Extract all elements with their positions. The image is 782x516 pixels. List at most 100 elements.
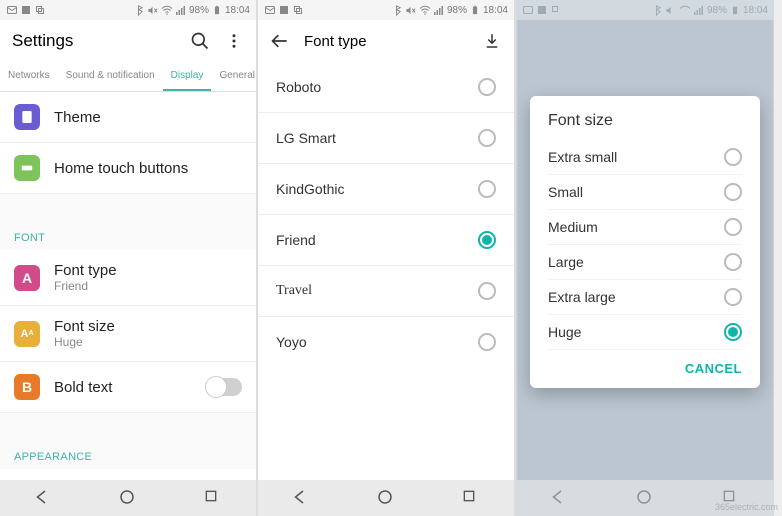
tab-general[interactable]: General xyxy=(211,62,258,91)
option-label: Travel xyxy=(276,283,478,299)
settings-header: Settings xyxy=(0,20,256,62)
size-option-medium[interactable]: Medium xyxy=(548,210,742,245)
nav-recent-icon[interactable] xyxy=(461,488,481,508)
tab-networks[interactable]: Networks xyxy=(0,62,58,91)
signal-icon xyxy=(175,4,187,16)
theme-icon xyxy=(14,104,40,130)
dialog-title: Font size xyxy=(548,112,742,130)
battery-text: 98% xyxy=(189,5,209,16)
notification-icon xyxy=(20,4,32,16)
option-label: Medium xyxy=(548,219,724,235)
option-label: Yoyo xyxy=(276,334,478,350)
copy-icon xyxy=(292,4,304,16)
nav-home-icon[interactable] xyxy=(118,488,138,508)
option-label: LG Smart xyxy=(276,130,478,146)
battery-icon xyxy=(729,4,741,16)
battery-icon xyxy=(211,4,223,16)
size-option-huge[interactable]: Huge xyxy=(548,315,742,350)
radio-icon xyxy=(724,183,742,201)
radio-icon xyxy=(724,288,742,306)
font-size-dialog: Font size Extra small Small Medium Large… xyxy=(530,96,760,388)
nav-bar xyxy=(0,480,256,516)
battery-icon xyxy=(469,4,481,16)
tab-sound[interactable]: Sound & notification xyxy=(58,62,163,91)
row-home-touch-buttons[interactable]: Home touch buttons xyxy=(0,143,256,194)
font-option-yoyo[interactable]: Yoyo xyxy=(258,317,514,367)
option-label: KindGothic xyxy=(276,181,478,197)
font-option-roboto[interactable]: Roboto xyxy=(258,62,514,113)
radio-icon xyxy=(724,323,742,341)
font-type-icon: A xyxy=(14,265,40,291)
signal-icon xyxy=(693,4,705,16)
size-option-extra-small[interactable]: Extra small xyxy=(548,140,742,175)
search-icon[interactable] xyxy=(190,31,210,51)
download-icon[interactable] xyxy=(482,31,502,51)
row-bold-text[interactable]: B Bold text xyxy=(0,362,256,413)
radio-icon xyxy=(724,218,742,236)
mute-icon xyxy=(147,4,159,16)
font-option-friend[interactable]: Friend xyxy=(258,215,514,266)
size-option-extra-large[interactable]: Extra large xyxy=(548,280,742,315)
bluetooth-icon xyxy=(391,4,403,16)
signal-icon xyxy=(433,4,445,16)
row-sub: Huge xyxy=(54,335,242,349)
battery-text: 98% xyxy=(707,5,727,16)
status-bar: 98% 18:04 xyxy=(258,0,514,20)
row-label: Bold text xyxy=(54,379,192,396)
nav-back-icon[interactable] xyxy=(291,488,311,508)
status-bar: 98% 18:04 xyxy=(516,0,774,20)
screen-font-size-dialog: 98% 18:04 Font size Extra small Small Me… xyxy=(516,0,774,516)
watermark: 365electric.com xyxy=(715,502,778,512)
row-label: Theme xyxy=(54,109,242,126)
clock-text: 18:04 xyxy=(483,5,508,16)
row-label: Font type xyxy=(54,262,242,279)
page-title: Font type xyxy=(304,33,468,50)
gmail-icon xyxy=(6,4,18,16)
notification-icon xyxy=(278,4,290,16)
row-theme[interactable]: Theme xyxy=(0,92,256,143)
battery-text: 98% xyxy=(447,5,467,16)
row-font-size[interactable]: AA Font size Huge xyxy=(0,306,256,362)
row-label: Font size xyxy=(54,318,242,335)
nav-back-icon[interactable] xyxy=(549,488,569,508)
overflow-menu-icon[interactable] xyxy=(224,31,244,51)
radio-icon xyxy=(478,129,496,147)
page-title: Settings xyxy=(12,31,176,51)
radio-icon xyxy=(478,333,496,351)
settings-tabs: Networks Sound & notification Display Ge… xyxy=(0,62,256,92)
option-label: Extra large xyxy=(548,289,724,305)
font-option-travel[interactable]: Travel xyxy=(258,266,514,317)
bluetooth-icon xyxy=(651,4,663,16)
size-option-small[interactable]: Small xyxy=(548,175,742,210)
tab-display[interactable]: Display xyxy=(163,62,212,91)
notification-icon xyxy=(536,4,548,16)
font-size-icon: AA xyxy=(14,321,40,347)
nav-home-icon[interactable] xyxy=(635,488,655,508)
radio-icon xyxy=(478,282,496,300)
radio-icon xyxy=(478,180,496,198)
option-label: Friend xyxy=(276,232,478,248)
clock-text: 18:04 xyxy=(743,5,768,16)
screen-settings-display: 98% 18:04 Settings Networks Sound & noti… xyxy=(0,0,258,516)
bold-text-toggle[interactable] xyxy=(206,378,242,396)
back-arrow-icon[interactable] xyxy=(270,31,290,51)
bluetooth-icon xyxy=(133,4,145,16)
wifi-icon xyxy=(679,4,691,16)
radio-icon xyxy=(478,231,496,249)
copy-icon xyxy=(34,4,46,16)
section-font: FONT xyxy=(0,212,256,250)
nav-home-icon[interactable] xyxy=(376,488,396,508)
cancel-button[interactable]: CANCEL xyxy=(685,361,742,376)
clock-text: 18:04 xyxy=(225,5,250,16)
nav-back-icon[interactable] xyxy=(33,488,53,508)
font-option-lgsmart[interactable]: LG Smart xyxy=(258,113,514,164)
font-option-kindgothic[interactable]: KindGothic xyxy=(258,164,514,215)
row-font-type[interactable]: A Font type Friend xyxy=(0,250,256,306)
option-label: Extra small xyxy=(548,149,724,165)
nav-recent-icon[interactable] xyxy=(203,488,223,508)
copy-icon xyxy=(550,4,562,16)
size-option-large[interactable]: Large xyxy=(548,245,742,280)
radio-icon xyxy=(724,148,742,166)
nav-bar xyxy=(258,480,514,516)
wifi-icon xyxy=(419,4,431,16)
